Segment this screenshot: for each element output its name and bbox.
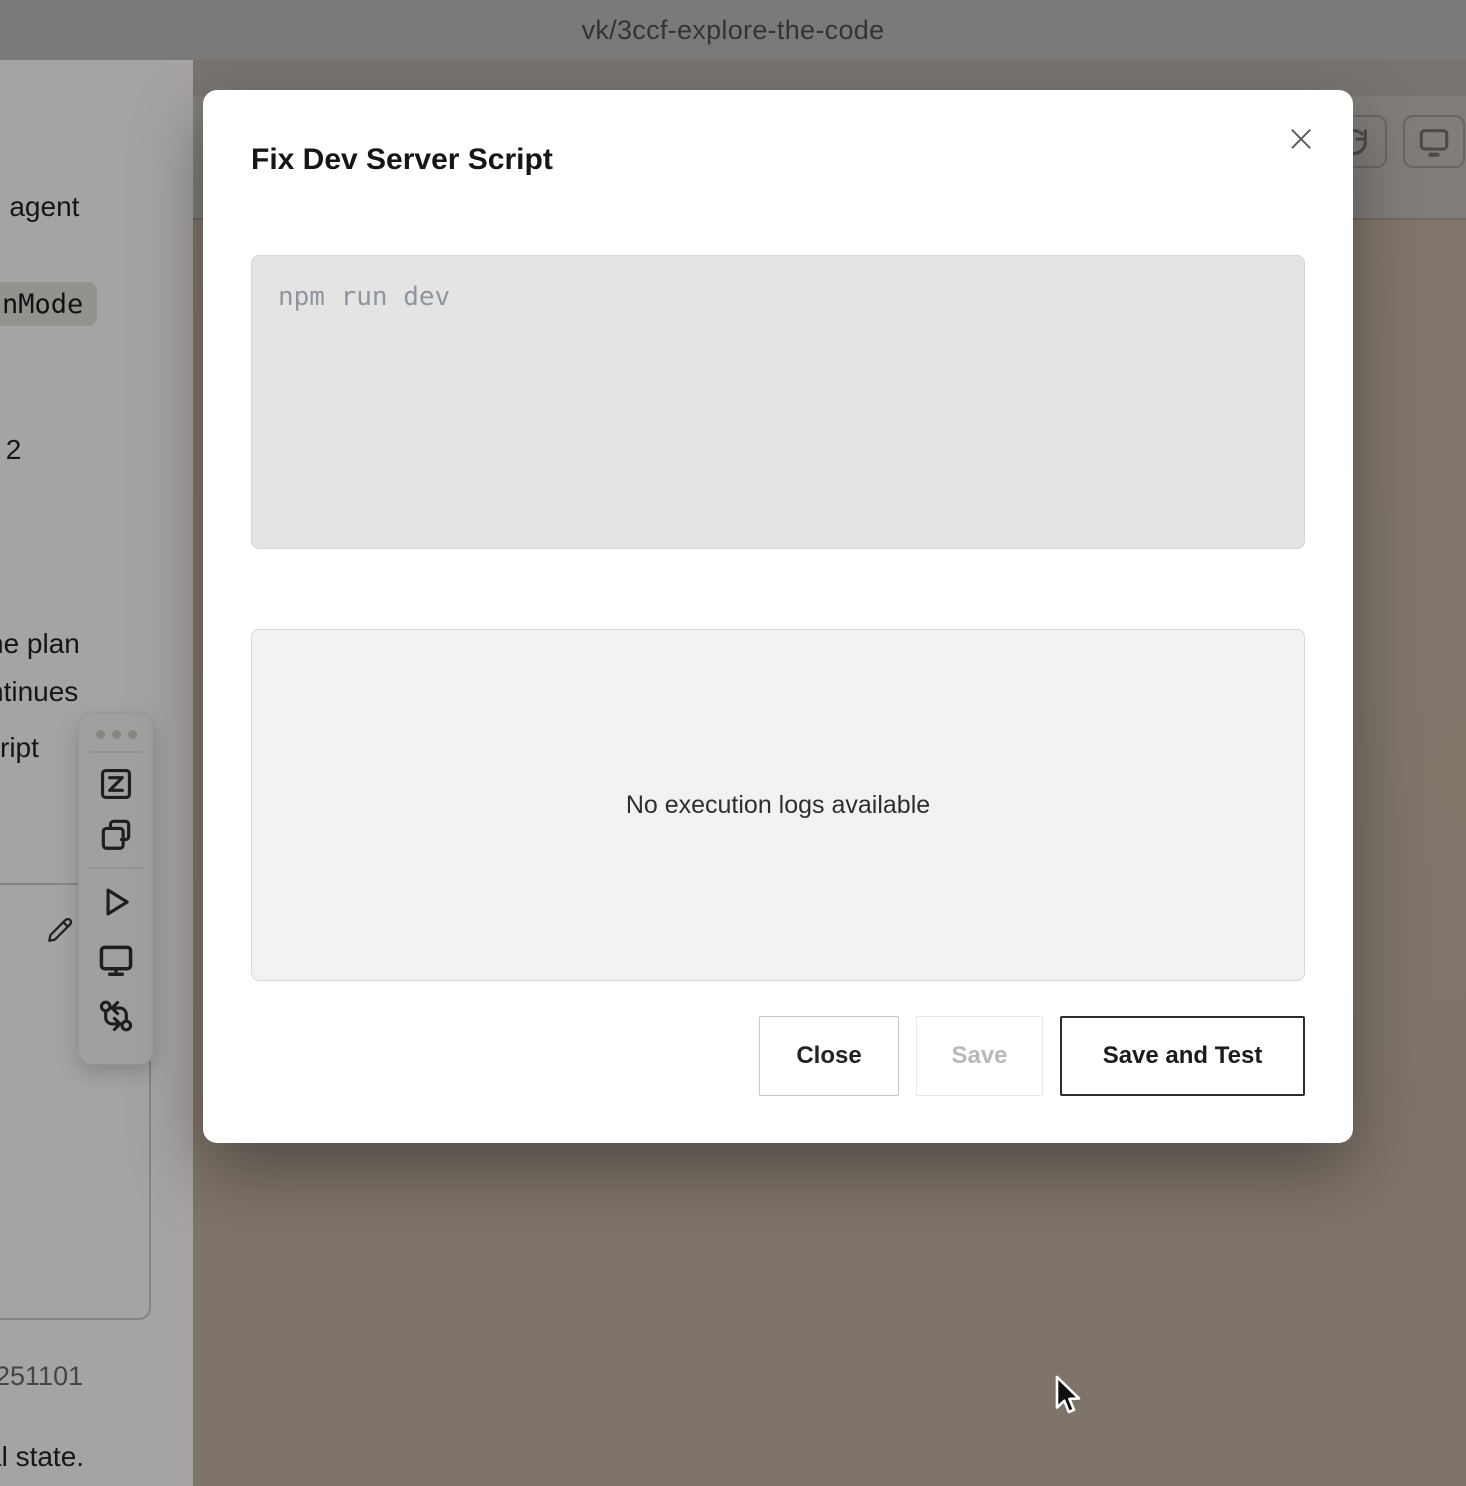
logs-empty-message: No execution logs available xyxy=(625,790,931,819)
fix-dev-server-dialog: Fix Dev Server Script × Script (edit) La… xyxy=(203,90,1353,1143)
close-button[interactable]: Close xyxy=(759,1016,899,1096)
screen: vk/3ccf-explore-the-code d agent nMode y… xyxy=(0,0,1466,1486)
execution-logs-box: No execution logs available xyxy=(251,629,1305,981)
close-icon[interactable]: × xyxy=(1279,116,1323,160)
save-button[interactable]: Save xyxy=(916,1016,1043,1096)
dialog-actions: Close Save Save and Test xyxy=(251,1016,1305,1096)
script-input[interactable] xyxy=(251,255,1305,549)
save-and-test-button[interactable]: Save and Test xyxy=(1060,1016,1305,1096)
dialog-title: Fix Dev Server Script xyxy=(251,143,553,176)
